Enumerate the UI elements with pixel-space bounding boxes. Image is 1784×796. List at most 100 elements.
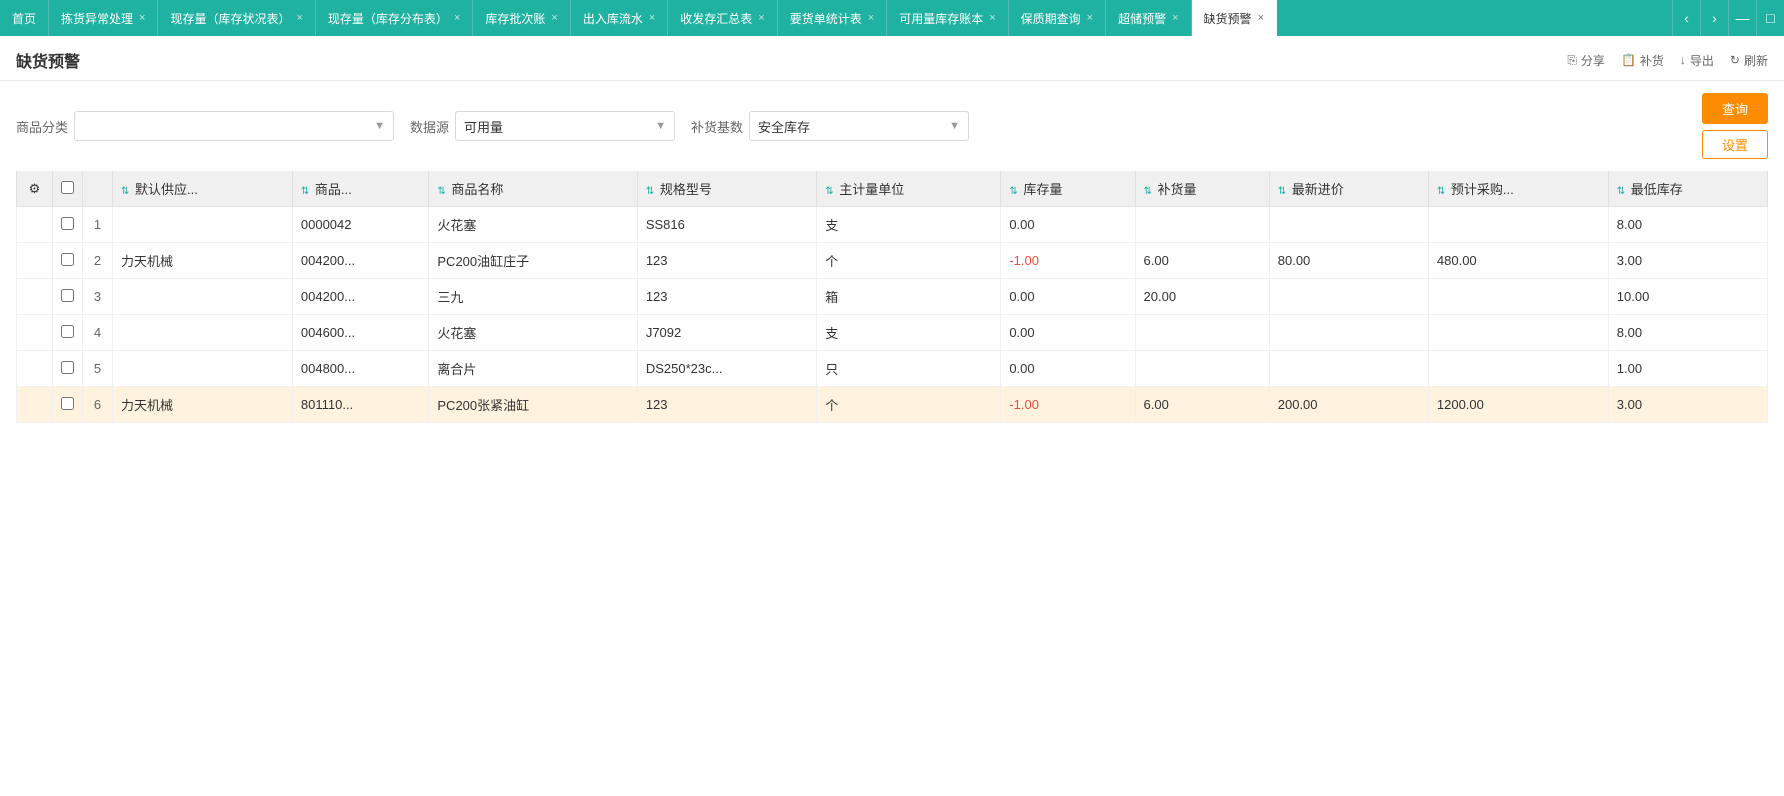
filter-bar: 商品分类 ▼ 数据源 可用量 ▼ 补货基数 安全库存 ▼ 查询 设置 — [0, 81, 1784, 171]
tab-expiry-query[interactable]: 保质期查询 × — [1009, 0, 1106, 36]
cell-restock-qty: 6.00 — [1135, 387, 1269, 423]
share-action[interactable]: ⎘ 分享 — [1567, 52, 1605, 69]
tab-prev-button[interactable]: ‹ — [1672, 0, 1700, 36]
tab-maximize-button[interactable]: □ — [1756, 0, 1784, 36]
cell-stock: 0.00 — [1001, 315, 1135, 351]
tab-batch-account-close[interactable]: × — [551, 12, 557, 24]
row-checkbox-4[interactable] — [61, 361, 74, 374]
tab-order-stats-label: 要货单统计表 — [790, 10, 862, 27]
row-checkbox-3[interactable] — [61, 325, 74, 338]
tab-inventory-status-close[interactable]: × — [296, 12, 302, 24]
cell-restock-qty — [1135, 315, 1269, 351]
col-row-num — [83, 171, 113, 207]
cell-checkbox[interactable] — [53, 243, 83, 279]
col-unit[interactable]: ⇅ 主计量单位 — [817, 171, 1001, 207]
export-action[interactable]: ↓ 导出 — [1680, 52, 1714, 69]
col-checkbox-header[interactable] — [53, 171, 83, 207]
tab-order-stats[interactable]: 要货单统计表 × — [778, 0, 887, 36]
cell-restock-qty — [1135, 351, 1269, 387]
share-icon: ⎘ — [1567, 53, 1577, 68]
datasource-select[interactable]: 可用量 ▼ — [455, 111, 675, 141]
tab-batch-account[interactable]: 库存批次账 × — [473, 0, 570, 36]
tab-inventory-status[interactable]: 现存量（库存状况表） × — [158, 0, 315, 36]
cell-supplier: 力天机械 — [113, 387, 293, 423]
tab-inout-flow[interactable]: 出入库流水 × — [571, 0, 668, 36]
query-button[interactable]: 查询 — [1702, 93, 1768, 124]
row-checkbox-0[interactable] — [61, 217, 74, 230]
col-est-purchase[interactable]: ⇅ 预计采购... — [1428, 171, 1608, 207]
cell-checkbox[interactable] — [53, 387, 83, 423]
cell-est-purchase — [1428, 207, 1608, 243]
cell-est-purchase — [1428, 315, 1608, 351]
tab-home[interactable]: 首页 — [0, 0, 49, 36]
data-table: ⚙ ⇅ 默认供应... ⇅ 商品... ⇅ — [16, 171, 1768, 423]
tab-available-ledger[interactable]: 可用量库存账本 × — [887, 0, 1008, 36]
cell-latest-price — [1269, 351, 1428, 387]
tab-shortage-warning-label: 缺货预警 — [1204, 10, 1252, 27]
cell-checkbox[interactable] — [53, 315, 83, 351]
tab-collect-summary-close[interactable]: × — [758, 12, 764, 24]
cell-est-purchase — [1428, 279, 1608, 315]
tab-next-button[interactable]: › — [1700, 0, 1728, 36]
col-restock-qty[interactable]: ⇅ 补货量 — [1135, 171, 1269, 207]
row-checkbox-1[interactable] — [61, 253, 74, 266]
refresh-label: 刷新 — [1744, 52, 1768, 69]
cell-product-name: 离合片 — [429, 351, 637, 387]
tab-abnormal[interactable]: 拣货异常处理 × — [49, 0, 158, 36]
row-checkbox-5[interactable] — [61, 397, 74, 410]
restock-base-select-value: 安全库存 — [758, 117, 810, 136]
col-latest-price[interactable]: ⇅ 最新进价 — [1269, 171, 1428, 207]
col-spec[interactable]: ⇅ 规格型号 — [637, 171, 816, 207]
tab-order-stats-close[interactable]: × — [868, 12, 874, 24]
cell-min-stock: 1.00 — [1608, 351, 1767, 387]
sort-icon-est: ⇅ — [1437, 186, 1445, 197]
tab-inout-flow-close[interactable]: × — [649, 12, 655, 24]
tab-home-label: 首页 — [12, 10, 36, 27]
tab-inventory-dist[interactable]: 现存量（库存分布表） × — [316, 0, 473, 36]
page-header: 缺货预警 ⎘ 分享 📋 补货 ↓ 导出 ↻ 刷新 — [0, 36, 1784, 81]
gear-icon[interactable]: ⚙ — [29, 181, 41, 196]
tab-shortage-warning[interactable]: 缺货预警 × — [1192, 0, 1277, 36]
col-gear[interactable]: ⚙ — [17, 171, 53, 207]
export-icon: ↓ — [1680, 53, 1686, 67]
cell-checkbox[interactable] — [53, 279, 83, 315]
settings-button[interactable]: 设置 — [1702, 130, 1768, 159]
category-filter-group: 商品分类 ▼ — [16, 111, 394, 141]
tab-minimize-button[interactable]: — — [1728, 0, 1756, 36]
cell-supplier — [113, 351, 293, 387]
cell-spec: 123 — [637, 387, 816, 423]
select-all-checkbox[interactable] — [61, 181, 74, 194]
cell-min-stock: 3.00 — [1608, 243, 1767, 279]
cell-row-num: 3 — [83, 279, 113, 315]
refresh-action[interactable]: ↻ 刷新 — [1730, 52, 1768, 69]
restock-base-select[interactable]: 安全库存 ▼ — [749, 111, 969, 141]
tab-inventory-dist-close[interactable]: × — [454, 12, 460, 24]
cell-checkbox[interactable] — [53, 351, 83, 387]
restock-action[interactable]: 📋 补货 — [1621, 52, 1664, 69]
tab-collect-summary[interactable]: 收发存汇总表 × — [668, 0, 777, 36]
category-select[interactable]: ▼ — [74, 111, 394, 141]
cell-product-name: PC200张紧油缸 — [429, 387, 637, 423]
col-default-supplier[interactable]: ⇅ 默认供应... — [113, 171, 293, 207]
restock-label: 补货 — [1640, 52, 1664, 69]
cell-checkbox[interactable] — [53, 207, 83, 243]
tab-overstock-warning-close[interactable]: × — [1172, 12, 1178, 24]
cell-row-num: 2 — [83, 243, 113, 279]
col-product-code[interactable]: ⇅ 商品... — [292, 171, 429, 207]
tab-collect-summary-label: 收发存汇总表 — [680, 10, 752, 27]
tab-abnormal-close[interactable]: × — [139, 12, 145, 24]
tab-expiry-query-close[interactable]: × — [1087, 12, 1093, 24]
refresh-icon: ↻ — [1730, 53, 1740, 67]
header-actions: ⎘ 分享 📋 补货 ↓ 导出 ↻ 刷新 — [1567, 52, 1768, 69]
col-product-name[interactable]: ⇅ 商品名称 — [429, 171, 637, 207]
cell-spec: SS816 — [637, 207, 816, 243]
tab-overstock-warning[interactable]: 超储预警 × — [1106, 0, 1191, 36]
cell-product-code: 004600... — [292, 315, 429, 351]
col-stock[interactable]: ⇅ 库存量 — [1001, 171, 1135, 207]
cell-product-name: 三九 — [429, 279, 637, 315]
tab-shortage-warning-close[interactable]: × — [1258, 12, 1264, 24]
row-checkbox-2[interactable] — [61, 289, 74, 302]
col-min-stock[interactable]: ⇅ 最低库存 — [1608, 171, 1767, 207]
tab-available-ledger-close[interactable]: × — [989, 12, 995, 24]
cell-latest-price — [1269, 279, 1428, 315]
